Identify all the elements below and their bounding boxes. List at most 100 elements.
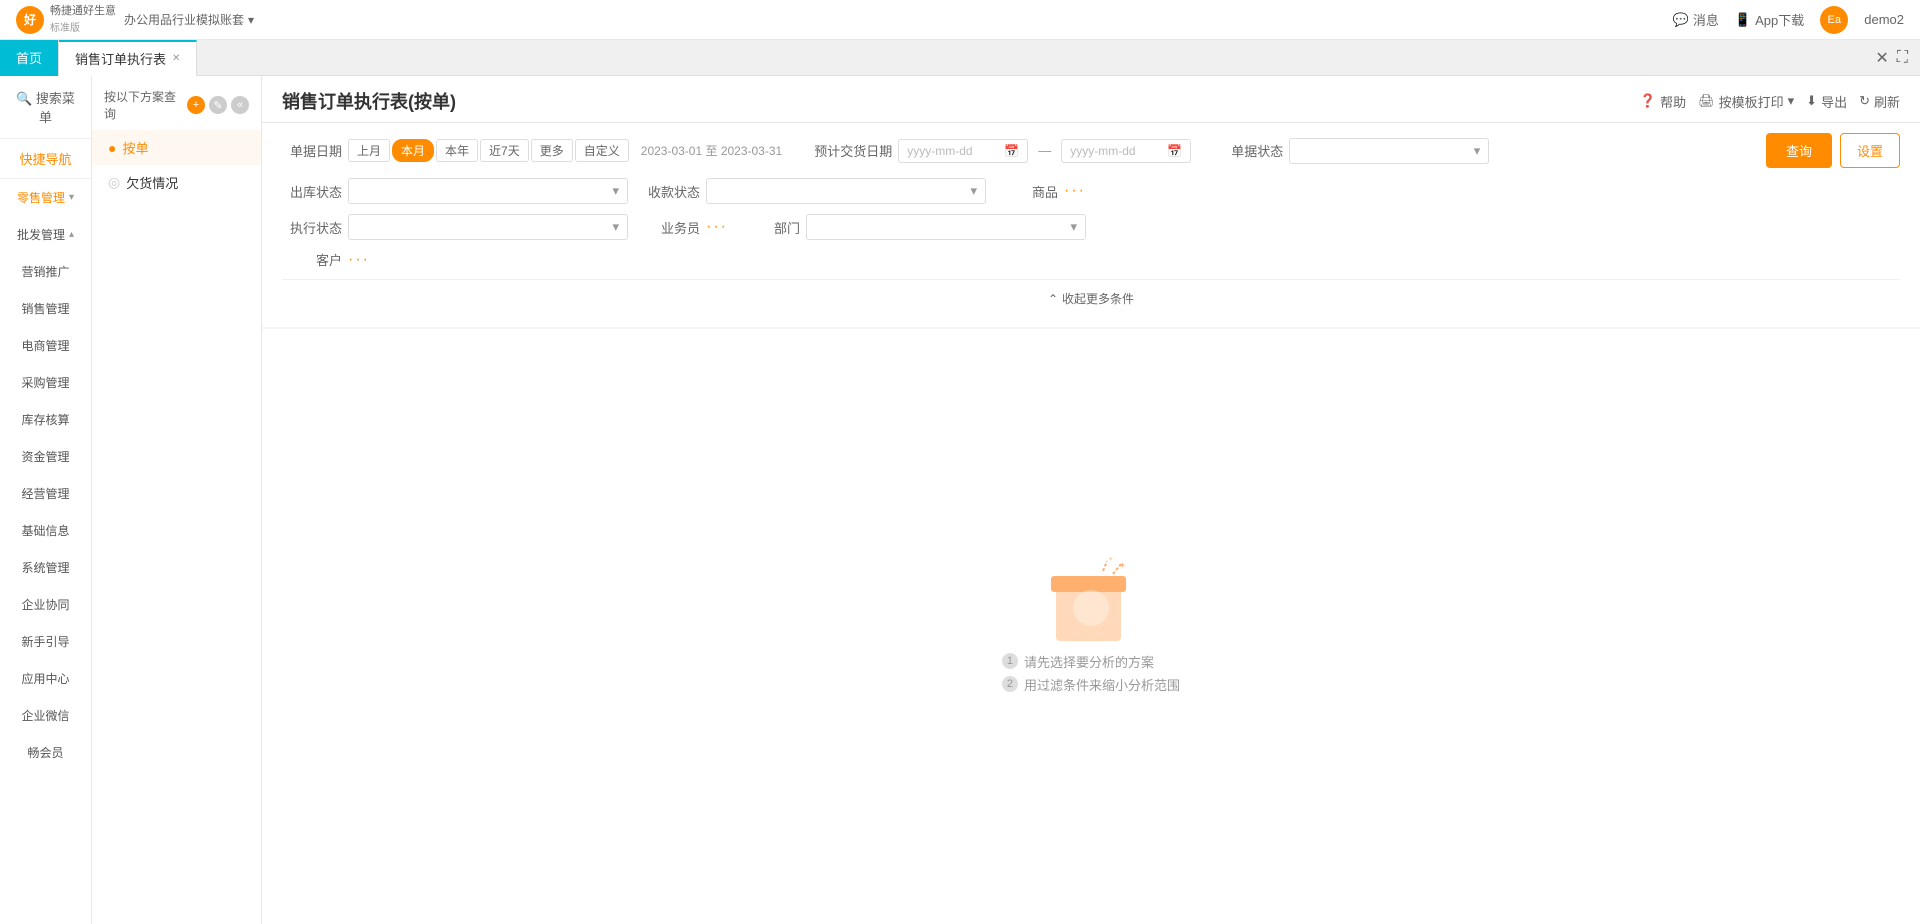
collection-label: 收款状态 [640,182,700,201]
filter-dept: 部门 ▾ [740,214,1086,240]
calendar-icon: 📅 [1004,144,1019,158]
page-title: 销售订单执行表(按单) [282,88,456,114]
expected-date-start[interactable]: yyyy-mm-dd 📅 [898,139,1028,163]
date-btn-7days[interactable]: 近7天 [480,139,529,162]
add-scheme-btn[interactable]: + [187,96,205,114]
sidebar-item-members-label: 畅会员 [27,744,63,761]
tabs-bar: 首页 销售订单执行表 ✕ ✕ ⛶ [0,40,1920,76]
sidebar-item-operation[interactable]: 经营管理 [0,475,91,512]
date-btn-more[interactable]: 更多 [531,139,573,162]
app-download-btn[interactable]: 📱 App下载 [1735,10,1804,29]
filter-row-4: 客户 ··· [282,250,1900,269]
help-btn[interactable]: ❓ 帮助 [1640,92,1686,111]
date-range-text: 2023-03-01 至 2023-03-31 [641,142,782,159]
left-panel-item-by-order-label: 按单 [122,138,148,157]
customer-label: 客户 [282,250,342,269]
inner-content: 按以下方案查询 + ✎ « ● 按单 ◎ 欠货情况 销售订单执行表(按单) [92,76,1920,924]
edit-scheme-btn[interactable]: ✎ [209,96,227,114]
exec-select[interactable]: ▾ [348,214,628,240]
filter-date: 单据日期 上月 本月 本年 近7天 更多 自定义 20 [282,139,782,162]
filter-row-3: 执行状态 ▾ 业务员 ··· 部门 [282,214,1900,240]
sidebar-item-retail[interactable]: 零售管理 ▾ [0,179,91,216]
left-panel-item-by-order[interactable]: ● 按单 [92,130,261,165]
chevron-up-icon: ▴ [69,229,74,240]
tab-window-close-btn[interactable]: ✕ [1875,48,1888,68]
filter-salesman: 业务员 ··· [640,218,728,237]
sidebar-item-marketing-label: 营销推广 [21,263,69,280]
message-btn[interactable]: 💬 消息 [1673,10,1719,29]
date-btn-current-month[interactable]: 本月 [392,139,434,162]
sidebar-item-guide[interactable]: 新手引导 [0,623,91,660]
sidebar-item-marketing[interactable]: 营销推广 [0,253,91,290]
left-panel: 按以下方案查询 + ✎ « ● 按单 ◎ 欠货情况 [92,76,262,924]
date-control: 上月 本月 本年 近7天 更多 自定义 2023-03-01 至 2023-03… [348,139,782,162]
collapse-btn[interactable]: ⌃ 收起更多条件 [286,284,1896,313]
avatar[interactable]: Ea [1820,6,1848,34]
search-menu-btn[interactable]: 🔍 搜索菜单 [8,84,83,130]
sidebar-item-basic[interactable]: 基础信息 [0,512,91,549]
sidebar-item-wechat-label: 企业微信 [21,707,69,724]
top-bar: 好 畅捷通好生意 标准版 办公用品行业模拟账套 ▾ 💬 消息 📱 App下载 E… [0,0,1920,40]
tab-expand-btn[interactable]: ⛶ [1897,49,1908,67]
logo-text-area: 畅捷通好生意 标准版 [50,5,116,33]
export-btn[interactable]: ⬇ 导出 [1806,92,1847,111]
sidebar-item-retail-label: 零售管理 [17,189,65,206]
date-btn-year[interactable]: 本年 [436,139,478,162]
left-panel-item-backorder[interactable]: ◎ 欠货情况 [92,165,261,200]
tab-home[interactable]: 首页 [0,40,59,76]
product-dots-btn[interactable]: ··· [1064,182,1086,200]
tab-close-icon[interactable]: ✕ [172,53,180,64]
dept-select[interactable]: ▾ [806,214,1086,240]
sidebar-item-ecommerce-label: 电商管理 [21,337,69,354]
refresh-btn[interactable]: ↻ 刷新 [1859,92,1900,111]
print-dropdown-icon[interactable]: ▾ [1788,93,1795,109]
date-btn-prev-month[interactable]: 上月 [348,139,390,162]
sidebar-item-wholesale[interactable]: 批发管理 ▴ [0,216,91,253]
sidebar-item-corp[interactable]: 企业协同 [0,586,91,623]
sidebar-item-members[interactable]: 畅会员 [0,734,91,771]
left-panel-actions: + ✎ « [187,96,249,114]
print-icon: 🖨 [1698,93,1715,109]
chevron-down-icon: ▾ [69,192,74,203]
top-bar-right: 💬 消息 📱 App下载 Ea demo2 [1673,6,1904,34]
action-btns: 查询 设置 [1766,133,1900,168]
warehouse-select[interactable]: ▾ [348,178,628,204]
expected-date-end[interactable]: yyyy-mm-dd 📅 [1061,139,1191,163]
collection-select[interactable]: ▾ [706,178,986,204]
top-bar-left: 好 畅捷通好生意 标准版 办公用品行业模拟账套 ▾ [16,5,254,33]
sidebar-item-wechat[interactable]: 企业微信 [0,697,91,734]
sidebar: 🔍 搜索菜单 快捷导航 零售管理 ▾ 批发管理 ▴ 营销推广 销售管理 电商管理… [0,76,92,924]
tip-num-2: 2 [1002,676,1018,692]
quick-nav-btn[interactable]: 快捷导航 [0,143,91,174]
tab-sales-order[interactable]: 销售订单执行表 ✕ [59,40,197,76]
sidebar-item-finance[interactable]: 资金管理 [0,438,91,475]
sidebar-item-inventory[interactable]: 库存核算 [0,401,91,438]
setting-btn[interactable]: 设置 [1840,133,1900,168]
query-btn[interactable]: 查询 [1766,133,1832,168]
filter-customer: 客户 ··· [282,250,370,269]
dept-label: 部门 [740,218,800,237]
sidebar-item-system-label: 系统管理 [21,559,69,576]
sidebar-item-ecommerce[interactable]: 电商管理 [0,327,91,364]
search-icon: 🔍 [16,91,32,106]
tip-num-1: 1 [1002,653,1018,669]
customer-dots-btn[interactable]: ··· [348,251,370,269]
sidebar-item-system[interactable]: 系统管理 [0,549,91,586]
filter-inner: 单据日期 上月 本月 本年 近7天 更多 自定义 20 [282,123,1900,327]
breadcrumb: 办公用品行业模拟账套 ▾ [124,11,254,28]
warehouse-caret-icon: ▾ [612,183,619,199]
sidebar-item-apps[interactable]: 应用中心 [0,660,91,697]
logo-icon: 好 [16,6,44,34]
svg-text:✦: ✦ [1108,556,1113,563]
sidebar-item-sales[interactable]: 销售管理 [0,290,91,327]
sidebar-item-purchase[interactable]: 采购管理 [0,364,91,401]
status-select[interactable]: ▾ [1289,138,1489,164]
date-end-placeholder: yyyy-mm-dd [1070,144,1135,158]
sidebar-item-apps-label: 应用中心 [21,670,69,687]
print-btn[interactable]: 🖨 按模板打印 ▾ [1698,92,1794,111]
tab-home-label: 首页 [16,48,42,67]
collapse-panel-btn[interactable]: « [231,96,249,114]
date-btn-custom[interactable]: 自定义 [575,139,629,162]
salesman-dots-btn[interactable]: ··· [706,218,728,236]
logo-sub: 标准版 [50,19,116,34]
